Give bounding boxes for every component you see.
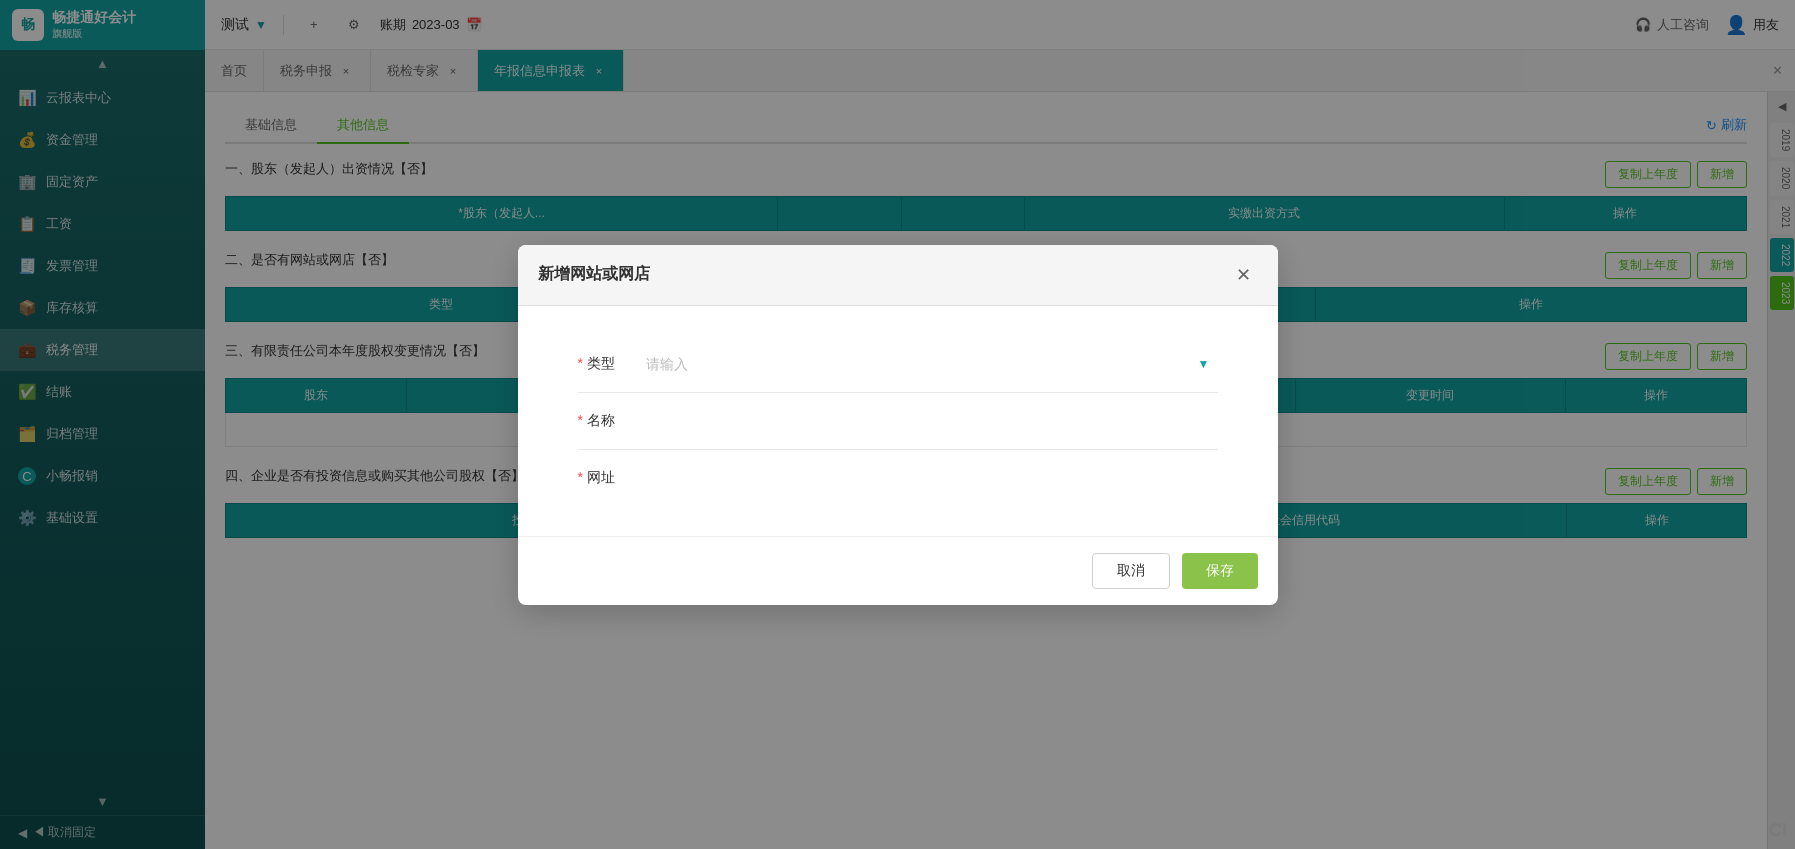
name-input-wrap — [638, 409, 1218, 433]
modal-overlay: 新增网站或网店 ✕ * 类型 ▼ * 名称 — [0, 0, 1795, 849]
required-star-type: * — [578, 355, 583, 371]
save-btn[interactable]: 保存 — [1182, 553, 1258, 589]
form-row-name: * 名称 — [578, 393, 1218, 450]
modal-footer: 取消 保存 — [518, 536, 1278, 605]
type-input[interactable] — [638, 352, 1218, 376]
name-label: * 名称 — [578, 412, 638, 430]
type-label: * 类型 — [578, 355, 638, 373]
modal-header: 新增网站或网店 ✕ — [518, 245, 1278, 306]
cancel-btn[interactable]: 取消 — [1092, 553, 1170, 589]
required-star-name: * — [578, 412, 583, 428]
modal-title: 新增网站或网店 — [538, 264, 650, 285]
form-row-url: * 网址 — [578, 450, 1218, 506]
type-label-text: 类型 — [587, 355, 615, 371]
name-label-text: 名称 — [587, 412, 615, 428]
url-label-text: 网址 — [587, 469, 615, 485]
url-label: * 网址 — [578, 469, 638, 487]
url-input[interactable] — [638, 466, 1218, 490]
modal-body: * 类型 ▼ * 名称 * — [518, 306, 1278, 536]
add-website-modal: 新增网站或网店 ✕ * 类型 ▼ * 名称 — [518, 245, 1278, 605]
type-input-wrap: ▼ — [638, 352, 1218, 376]
form-row-type: * 类型 ▼ — [578, 336, 1218, 393]
url-input-wrap — [638, 466, 1218, 490]
modal-close-btn[interactable]: ✕ — [1230, 261, 1258, 289]
name-input[interactable] — [638, 409, 1218, 433]
required-star-url: * — [578, 469, 583, 485]
